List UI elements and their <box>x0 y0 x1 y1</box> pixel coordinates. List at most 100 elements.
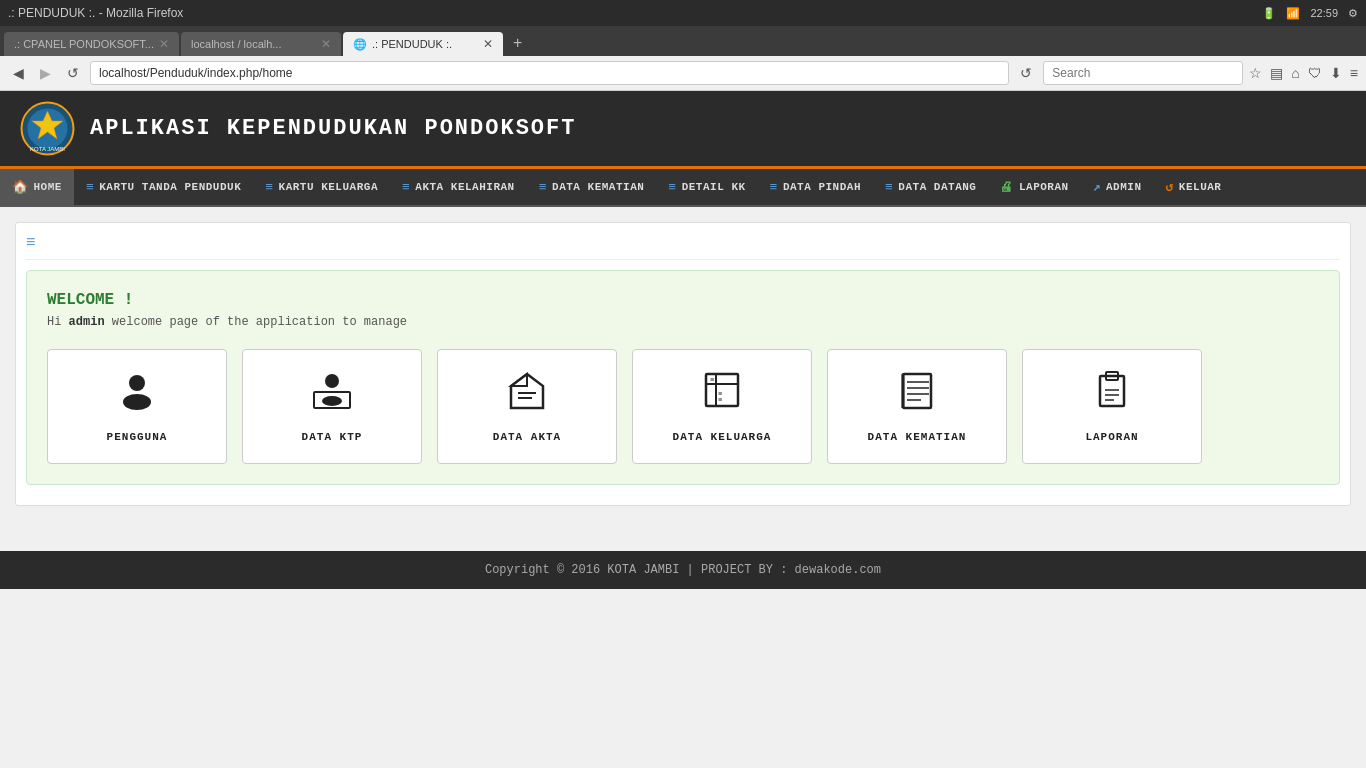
card-pengguna-label: PENGGUNA <box>107 431 168 443</box>
nav-ktp[interactable]: ≡ KARTU TANDA PENDUDUK <box>74 169 253 205</box>
laporan-icon: 🖨 <box>1000 180 1014 195</box>
svg-point-8 <box>322 396 342 406</box>
card-laporan[interactable]: LAPORAN <box>1022 349 1202 464</box>
data-akta-icon <box>507 370 547 419</box>
ktp-icon: ≡ <box>86 180 94 195</box>
tab-2[interactable]: localhost / localh... ✕ <box>181 32 341 56</box>
toolbar-icons: ☆ ▤ ⌂ 🛡 ⬇ ≡ <box>1249 65 1358 81</box>
welcome-suffix: welcome page of the application to manag… <box>105 315 407 329</box>
card-data-keluarga[interactable]: ≡ ≡ ≡ DATA KELUARGA <box>632 349 812 464</box>
svg-text:≡: ≡ <box>718 396 722 403</box>
reader-icon[interactable]: ▤ <box>1270 65 1283 81</box>
card-pengguna[interactable]: PENGGUNA <box>47 349 227 464</box>
tab-3[interactable]: 🌐 .: PENDUDUK :. ✕ <box>343 32 503 56</box>
datang-icon: ≡ <box>885 180 893 195</box>
site-header: KOTA JAMBI APLIKASI KEPENDUDUKAN PONDOKS… <box>0 91 1366 169</box>
nav-pindah-label: DATA PINDAH <box>783 181 861 193</box>
nav-detail-kk-label: DETAIL KK <box>682 181 746 193</box>
site-logo: KOTA JAMBI <box>20 101 75 156</box>
card-data-ktp-label: DATA KTP <box>302 431 363 443</box>
url-bar[interactable] <box>90 61 1009 85</box>
detail-kk-icon: ≡ <box>668 180 676 195</box>
welcome-username: admin <box>69 315 105 329</box>
nav-akta[interactable]: ≡ AKTA KELAHIRAN <box>390 169 527 205</box>
kk-icon: ≡ <box>265 180 273 195</box>
tab-1-close[interactable]: ✕ <box>159 37 169 51</box>
nav-keluar-label: KELUAR <box>1179 181 1222 193</box>
nav-datang-label: DATA DATANG <box>898 181 976 193</box>
svg-point-6 <box>325 374 339 388</box>
nav-keluar[interactable]: ↺ KELUAR <box>1154 169 1234 205</box>
tab-3-close[interactable]: ✕ <box>483 37 493 51</box>
tab-1[interactable]: .: CPANEL PONDOKSOFT... ✕ <box>4 32 179 56</box>
pengguna-icon <box>117 370 157 419</box>
card-data-keluarga-label: DATA KELUARGA <box>673 431 772 443</box>
site-title: APLIKASI KEPENDUDUKAN PONDOKSOFT <box>90 116 576 141</box>
tab-3-label: .: PENDUDUK :. <box>372 38 452 50</box>
svg-rect-12 <box>518 397 532 399</box>
nav-home[interactable]: 🏠 HOME <box>0 169 74 205</box>
nav-pindah[interactable]: ≡ DATA PINDAH <box>758 169 873 205</box>
content-panel: ≡ WELCOME ! Hi admin welcome page of the… <box>15 222 1351 506</box>
nav-ktp-label: KARTU TANDA PENDUDUK <box>99 181 241 193</box>
tab-1-label: .: CPANEL PONDOKSOFT... <box>14 38 154 50</box>
nav-home-label: HOME <box>34 181 62 193</box>
akta-icon: ≡ <box>402 180 410 195</box>
nav-bar: 🏠 HOME ≡ KARTU TANDA PENDUDUK ≡ KARTU KE… <box>0 169 1366 207</box>
svg-rect-11 <box>518 392 536 394</box>
svg-marker-10 <box>511 374 527 386</box>
data-keluarga-icon: ≡ ≡ ≡ <box>702 370 742 419</box>
card-data-ktp[interactable]: DATA KTP <box>242 349 422 464</box>
nav-laporan-label: LAPORAN <box>1019 181 1069 193</box>
kematian-icon: ≡ <box>539 180 547 195</box>
titlebar-controls: 🔋📶22:59⚙ <box>1262 7 1358 20</box>
page-wrapper: KOTA JAMBI APLIKASI KEPENDUDUKAN PONDOKS… <box>0 91 1366 651</box>
nav-kematian[interactable]: ≡ DATA KEMATIAN <box>527 169 657 205</box>
keluar-icon: ↺ <box>1166 179 1174 195</box>
nav-laporan[interactable]: 🖨 LAPORAN <box>988 169 1080 205</box>
forward-button[interactable]: ▶ <box>35 62 56 84</box>
data-ktp-icon <box>312 370 352 419</box>
nav-datang[interactable]: ≡ DATA DATANG <box>873 169 988 205</box>
nav-detail-kk[interactable]: ≡ DETAIL KK <box>656 169 757 205</box>
svg-rect-19 <box>903 374 931 408</box>
data-kematian-icon <box>897 370 937 419</box>
nav-admin[interactable]: ↗ ADMIN <box>1081 169 1154 205</box>
card-data-akta[interactable]: DATA AKTA <box>437 349 617 464</box>
panel-header: ≡ <box>26 233 1340 260</box>
bookmark-icon[interactable]: ☆ <box>1249 65 1262 81</box>
admin-icon: ↗ <box>1093 179 1101 195</box>
panel-list-icon: ≡ <box>26 233 35 250</box>
nav-kk[interactable]: ≡ KARTU KELUARGA <box>253 169 390 205</box>
new-tab-button[interactable]: + <box>505 30 530 56</box>
pindah-icon: ≡ <box>770 180 778 195</box>
card-data-akta-label: DATA AKTA <box>493 431 561 443</box>
nav-akta-label: AKTA KELAHIRAN <box>415 181 514 193</box>
svg-text:KOTA JAMBI: KOTA JAMBI <box>30 146 65 152</box>
home-icon: 🏠 <box>12 179 29 195</box>
menu-icon[interactable]: ≡ <box>1350 65 1358 81</box>
svg-point-4 <box>129 375 145 391</box>
search-input[interactable] <box>1043 61 1243 85</box>
svg-text:≡: ≡ <box>710 376 714 383</box>
dashboard-cards: PENGGUNA DATA KTP <box>47 349 1319 464</box>
welcome-prefix: Hi <box>47 315 69 329</box>
refresh-button[interactable]: ↺ <box>62 62 84 84</box>
site-footer: Copyright © 2016 KOTA JAMBI | PROJECT BY… <box>0 551 1366 589</box>
reload-button[interactable]: ↺ <box>1015 62 1037 84</box>
home-nav-icon[interactable]: ⌂ <box>1291 65 1299 81</box>
back-button[interactable]: ◀ <box>8 62 29 84</box>
shield-icon[interactable]: 🛡 <box>1308 65 1322 81</box>
tab-2-close[interactable]: ✕ <box>321 37 331 51</box>
tab-favicon: 🌐 <box>353 38 367 51</box>
nav-kk-label: KARTU KELUARGA <box>279 181 378 193</box>
card-laporan-label: LAPORAN <box>1085 431 1138 443</box>
tab-2-label: localhost / localh... <box>191 38 282 50</box>
browser-tabs: .: CPANEL PONDOKSOFT... ✕ localhost / lo… <box>0 26 1366 56</box>
laporan-card-icon <box>1092 370 1132 419</box>
welcome-box: WELCOME ! Hi admin welcome page of the a… <box>26 270 1340 485</box>
card-data-kematian[interactable]: DATA KEMATIAN <box>827 349 1007 464</box>
download-icon[interactable]: ⬇ <box>1330 65 1342 81</box>
main-content: ≡ WELCOME ! Hi admin welcome page of the… <box>0 207 1366 521</box>
welcome-title: WELCOME ! <box>47 291 1319 309</box>
